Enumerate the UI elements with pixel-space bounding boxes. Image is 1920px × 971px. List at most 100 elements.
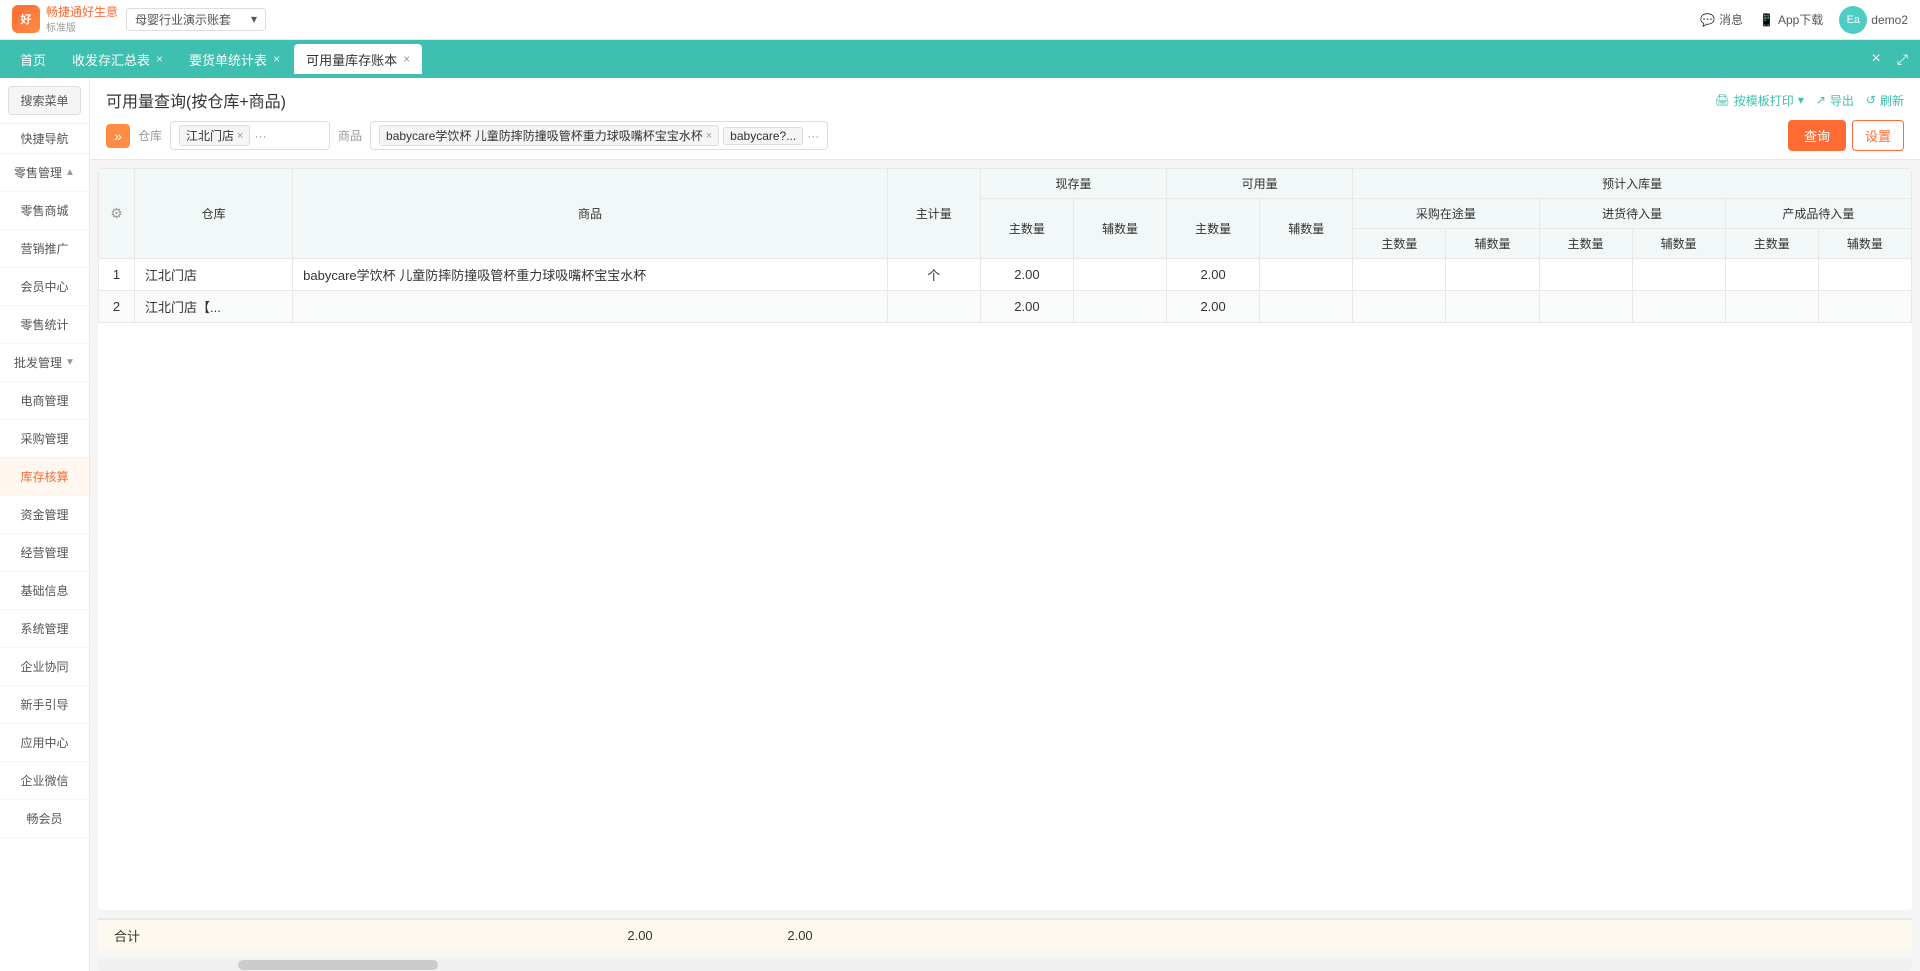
gear-icon[interactable]: ⚙ (110, 205, 123, 221)
sidebar-item-label: 零售统计 (20, 316, 68, 333)
app-icon: 📱 (1759, 13, 1774, 27)
cell-available-aux (1260, 291, 1353, 323)
sidebar-item-system-mgmt[interactable]: 系统管理 (0, 610, 89, 648)
product-tag-1-close[interactable]: × (706, 130, 712, 142)
warehouse-filter-label: 仓库 (138, 127, 162, 144)
industry-select[interactable]: 母婴行业演示账套 ▾ (126, 8, 266, 31)
table-subh-pt-main: 主数量 (1353, 229, 1446, 259)
close-all-tabs-btn[interactable]: × (1867, 48, 1884, 70)
table-row: 2 江北门店【... 2.00 2.00 (99, 291, 1912, 323)
product-tag-1: babycare学饮杯 儿童防摔防撞吸管杯重力球吸嘴杯宝宝水杯 × (379, 125, 719, 146)
cell-available-main: 2.00 (1167, 291, 1260, 323)
sidebar-item-label: 零售商城 (20, 202, 68, 219)
sidebar-item-label: 批发管理 (14, 354, 62, 371)
sidebar-item-basic-info[interactable]: 基础信息 (0, 572, 89, 610)
export-btn[interactable]: ↗ 导出 (1816, 92, 1854, 109)
sidebar-item-purchase-mgmt[interactable]: 采购管理 (0, 420, 89, 458)
table-container: ⚙ 仓库 商品 主计量 现存量 可用量 预计入库量 主数量 辅数量 主数量 辅数… (98, 168, 1912, 910)
expand-filter-btn[interactable]: » (106, 124, 130, 148)
cell-fp-aux (1818, 259, 1911, 291)
tab-available-stock-close[interactable]: × (403, 52, 410, 66)
sidebar-item-label: 采购管理 (20, 430, 68, 447)
sidebar-item-retail-stats[interactable]: 零售统计 (0, 306, 89, 344)
table-subh-available-aux: 辅数量 (1260, 199, 1353, 259)
sidebar-item-label: 新手引导 (20, 696, 68, 713)
app-download-action[interactable]: 📱 App下载 (1759, 11, 1823, 28)
tab-home[interactable]: 首页 (8, 44, 58, 74)
sidebar-item-label: 资金管理 (20, 506, 68, 523)
top-bar-left: 好 畅捷通好生意 标准版 母婴行业演示账套 ▾ (12, 5, 266, 34)
expand-tabs-btn[interactable]: ⤢ (1893, 49, 1912, 70)
sidebar-item-finance-mgmt[interactable]: 资金管理 (0, 496, 89, 534)
warehouse-ellipsis[interactable]: ··· (254, 129, 266, 143)
cell-current-main: 2.00 (980, 259, 1073, 291)
footer-available-main: 2.00 (760, 928, 840, 943)
sidebar: 搜索菜单 快捷导航 零售管理 ▲ 零售商城 营销推广 会员中心 零售统计 批发管… (0, 78, 90, 971)
tab-available-stock[interactable]: 可用量库存账本 × (294, 44, 422, 74)
product-tag-value-2: babycare?... (730, 129, 796, 143)
tab-order-stats-close[interactable]: × (273, 52, 280, 66)
logo-sub: 标准版 (46, 19, 118, 34)
sidebar-item-retail-mgmt[interactable]: 零售管理 ▲ (0, 154, 89, 192)
print-template-btn[interactable]: 🖨 按模板打印 ▾ (1715, 92, 1804, 109)
message-action[interactable]: 💬 消息 (1700, 11, 1743, 28)
scroll-thumb[interactable] (238, 960, 438, 970)
sidebar-item-enterprise-collab[interactable]: 企业协同 (0, 648, 89, 686)
table-subh-fp-main: 主数量 (1725, 229, 1818, 259)
sidebar-item-wholesale-mgmt[interactable]: 批发管理 ▼ (0, 344, 89, 382)
settings-btn[interactable]: 设置 (1852, 120, 1904, 151)
sidebar-item-ops-mgmt[interactable]: 经营管理 (0, 534, 89, 572)
sidebar-item-label: 企业微信 (20, 772, 68, 789)
page-header: 可用量查询(按仓库+商品) 🖨 按模板打印 ▾ ↗ 导出 ↺ 刷新 (90, 78, 1920, 112)
cell-ip-aux (1632, 259, 1725, 291)
refresh-icon: ↺ (1866, 93, 1876, 107)
cell-warehouse: 江北门店【... (135, 291, 293, 323)
sidebar-item-marketing[interactable]: 营销推广 (0, 230, 89, 268)
sidebar-item-label: 经营管理 (20, 544, 68, 561)
warehouse-tag-value: 江北门店 (186, 127, 234, 144)
table-col-current-stock: 现存量 (980, 169, 1166, 199)
sidebar-item-retail-mall[interactable]: 零售商城 (0, 192, 89, 230)
warehouse-filter-group[interactable]: 江北门店 × ··· (170, 121, 330, 150)
product-tag-2: babycare?... (723, 127, 803, 145)
table-footer: 合计 2.00 2.00 (98, 918, 1912, 951)
table-col-product: 商品 (293, 169, 888, 259)
cell-warehouse: 江北门店 (135, 259, 293, 291)
quick-nav-btn[interactable]: 快捷导航 (0, 124, 89, 154)
industry-label: 母婴行业演示账套 (135, 11, 231, 28)
chevron-icon: ▼ (65, 357, 75, 368)
sidebar-item-label: 库存核算 (20, 468, 68, 485)
cell-main-unit: 个 (887, 259, 980, 291)
sidebar-item-member[interactable]: 畅会员 (0, 800, 89, 838)
sidebar-item-new-guide[interactable]: 新手引导 (0, 686, 89, 724)
tab-receipt-summary-close[interactable]: × (156, 52, 163, 66)
tab-receipt-summary[interactable]: 收发存汇总表 × (60, 44, 175, 74)
data-table: ⚙ 仓库 商品 主计量 现存量 可用量 预计入库量 主数量 辅数量 主数量 辅数… (98, 168, 1912, 323)
search-menu-btn[interactable]: 搜索菜单 (8, 86, 81, 115)
tab-bar-actions: × ⤢ (1867, 48, 1912, 70)
query-btn[interactable]: 查询 (1788, 120, 1846, 151)
product-ellipsis[interactable]: ··· (807, 129, 819, 143)
cell-current-aux (1073, 259, 1166, 291)
logo-text: 畅捷通好生意 (46, 5, 118, 19)
chevron-icon: ▲ (65, 167, 75, 178)
product-filter-group[interactable]: babycare学饮杯 儿童防摔防撞吸管杯重力球吸嘴杯宝宝水杯 × babyca… (370, 121, 828, 150)
tab-order-stats[interactable]: 要货单统计表 × (177, 44, 292, 74)
table-row: 1 江北门店 babycare学饮杯 儿童防摔防撞吸管杯重力球吸嘴杯宝宝水杯 个… (99, 259, 1912, 291)
cell-ip-main (1539, 291, 1632, 323)
warehouse-tag-close[interactable]: × (237, 130, 243, 142)
sidebar-item-ecommerce-mgmt[interactable]: 电商管理 (0, 382, 89, 420)
user-action[interactable]: Ea demo2 (1839, 6, 1908, 34)
refresh-btn[interactable]: ↺ 刷新 (1866, 92, 1904, 109)
tab-available-stock-label: 可用量库存账本 (306, 50, 397, 69)
sidebar-item-app-center[interactable]: 应用中心 (0, 724, 89, 762)
logo-icon: 好 (12, 5, 40, 33)
sidebar-item-label: 营销推广 (20, 240, 68, 257)
warehouse-tag: 江北门店 × (179, 125, 250, 146)
sidebar-item-member-center[interactable]: 会员中心 (0, 268, 89, 306)
sidebar-item-enterprise-wechat[interactable]: 企业微信 (0, 762, 89, 800)
cell-main-unit (887, 291, 980, 323)
cell-pt-main (1353, 291, 1446, 323)
sidebar-item-inventory-check[interactable]: 库存核算 (0, 458, 89, 496)
cell-ip-main (1539, 259, 1632, 291)
